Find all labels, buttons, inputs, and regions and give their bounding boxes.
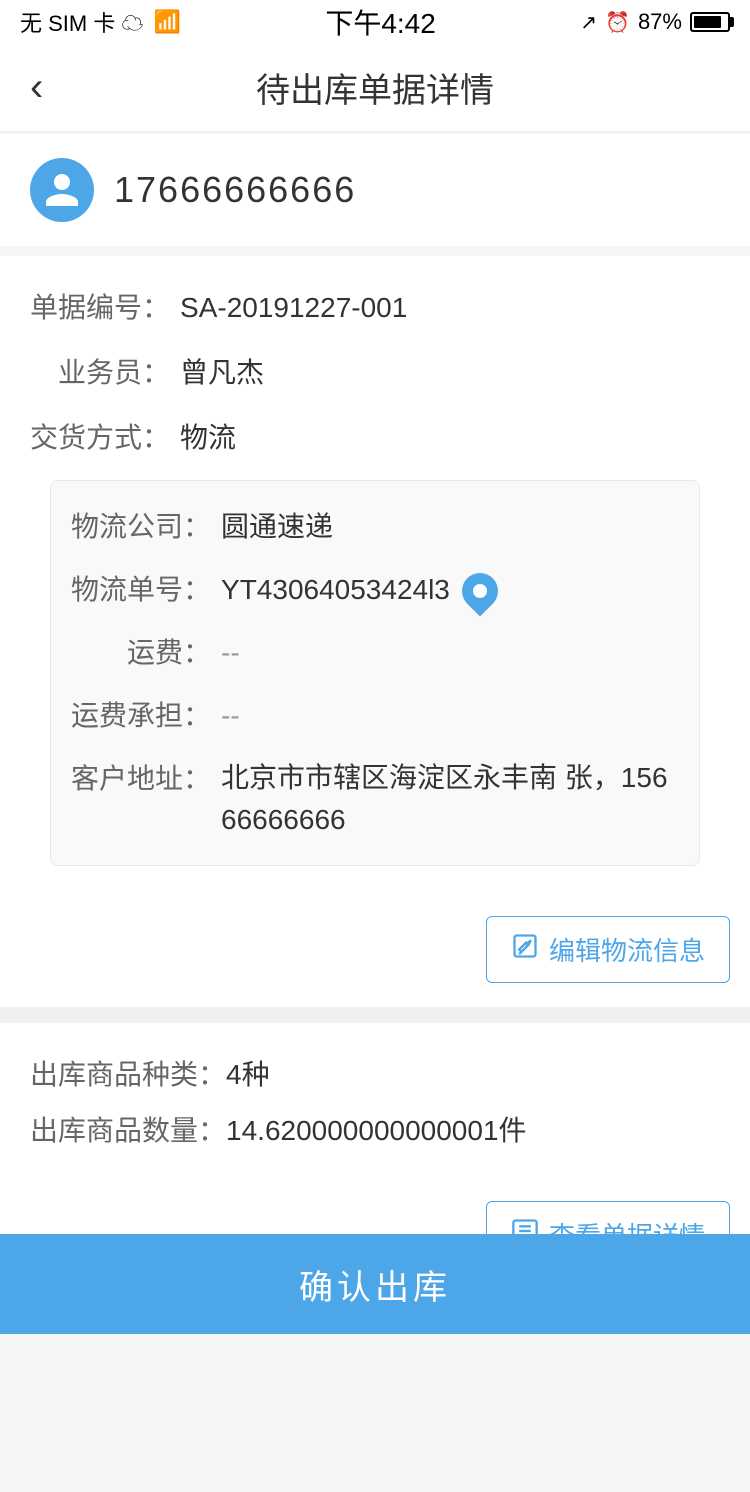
tracking-number-text: YT43064053424l3 [221, 568, 450, 613]
edit-btn-wrapper: 编辑物流信息 [0, 896, 750, 1007]
confirm-button[interactable]: 确认出库 [0, 1234, 750, 1334]
salesman-label: 业务员： [30, 351, 170, 396]
wifi-icon: 📶 [153, 9, 180, 35]
dashed-divider [0, 246, 750, 254]
logistics-freight-bear-value: -- [221, 694, 679, 739]
edit-logistics-button[interactable]: 编辑物流信息 [486, 916, 730, 983]
edit-logistics-label: 编辑物流信息 [549, 931, 705, 968]
logistics-tracking-row: 物流单号： YT43064053424l3 [71, 568, 679, 613]
logistics-company-value: 圆通速递 [221, 505, 679, 550]
logistics-tracking-label: 物流单号： [71, 568, 211, 613]
avatar [30, 158, 94, 222]
logistics-address-value: 北京市市辖区海淀区永丰南 张，156 66666666 [221, 757, 679, 841]
sim-status: 无 SIM 卡 ☁ [20, 6, 143, 38]
section-separator [0, 1007, 750, 1023]
logistics-address-row: 客户地址： 北京市市辖区海淀区永丰南 张，156 66666666 [71, 757, 679, 841]
logistics-freight-row: 运费： -- [71, 631, 679, 676]
logistics-freight-bear-label: 运费承担： [71, 694, 211, 739]
location-pin-icon[interactable] [454, 565, 505, 616]
status-right: ↗ ⏰ 87% [580, 9, 730, 35]
logistics-company-label: 物流公司： [71, 505, 211, 550]
goods-quantity-label: 出库商品数量： [30, 1109, 226, 1149]
goods-section: 出库商品种类： 4种 出库商品数量： 14.620000000000001件 [0, 1023, 750, 1185]
goods-quantity-value: 14.620000000000001件 [226, 1109, 527, 1149]
logistics-company-row: 物流公司： 圆通速递 [71, 505, 679, 550]
confirm-button-label: 确认出库 [299, 1260, 451, 1309]
logistics-freight-value: -- [221, 631, 679, 676]
doc-number-label: 单据编号： [30, 286, 170, 331]
status-left: 无 SIM 卡 ☁ 📶 [20, 6, 181, 38]
customer-phone: 17666666666 [114, 169, 356, 211]
status-bar: 无 SIM 卡 ☁ 📶 下午4:42 ↗ ⏰ 87% [0, 0, 750, 44]
back-button[interactable]: ‹ [30, 65, 90, 110]
person-icon [42, 170, 82, 210]
status-time: 下午4:42 [325, 2, 436, 42]
goods-types-label: 出库商品种类： [30, 1053, 226, 1093]
delivery-label: 交货方式： [30, 416, 170, 461]
page-title: 待出库单据详情 [256, 63, 494, 112]
salesman-value: 曾凡杰 [180, 351, 720, 396]
battery-icon [690, 12, 730, 32]
document-info-section: 单据编号： SA-20191227-001 业务员： 曾凡杰 交货方式： 物流 … [0, 256, 750, 896]
logistics-freight-label: 运费： [71, 631, 211, 676]
doc-number-row: 单据编号： SA-20191227-001 [30, 286, 720, 331]
logistics-card: 物流公司： 圆通速递 物流单号： YT43064053424l3 运费： -- … [50, 480, 700, 865]
alarm-icon: ⏰ [605, 10, 630, 35]
edit-icon [511, 932, 539, 967]
delivery-value: 物流 [180, 416, 720, 461]
location-icon: ↗ [580, 10, 597, 35]
salesman-row: 业务员： 曾凡杰 [30, 351, 720, 396]
logistics-tracking-value: YT43064053424l3 [221, 568, 679, 613]
logistics-freight-bear-row: 运费承担： -- [71, 694, 679, 739]
goods-types-row: 出库商品种类： 4种 [30, 1053, 720, 1093]
battery-percent: 87% [638, 9, 682, 35]
nav-bar: ‹ 待出库单据详情 [0, 44, 750, 132]
logistics-address-label: 客户地址： [71, 757, 211, 802]
goods-quantity-row: 出库商品数量： 14.620000000000001件 [30, 1109, 720, 1149]
doc-number-value: SA-20191227-001 [180, 286, 720, 331]
delivery-row: 交货方式： 物流 [30, 416, 720, 461]
goods-types-value: 4种 [226, 1053, 270, 1093]
customer-header: 17666666666 [0, 134, 750, 246]
